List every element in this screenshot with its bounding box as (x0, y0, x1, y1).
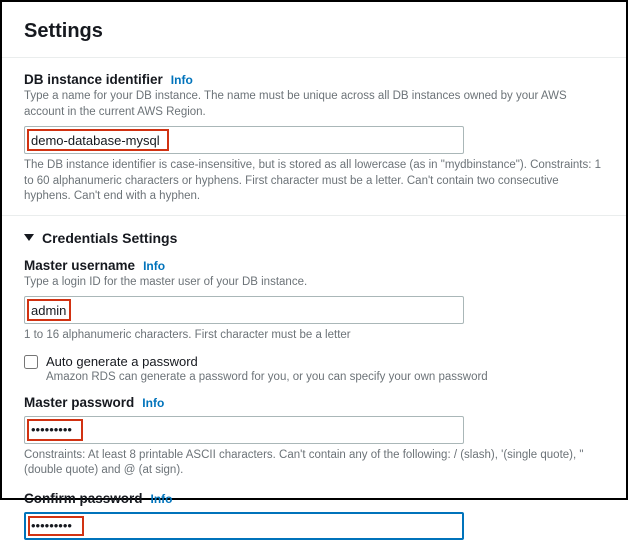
confirm-password-group: Confirm password Info (24, 491, 604, 540)
master-username-input[interactable] (24, 296, 464, 324)
confirm-password-label: Confirm password (24, 491, 143, 506)
divider (2, 57, 626, 58)
auto-generate-label: Auto generate a password (46, 354, 198, 369)
master-username-label: Master username (24, 258, 135, 273)
auto-generate-checkbox[interactable] (24, 355, 38, 369)
caret-down-icon (24, 234, 34, 241)
confirm-password-input[interactable] (24, 512, 464, 540)
db-identifier-help: Type a name for your DB instance. The na… (24, 89, 604, 120)
master-username-constraint: 1 to 16 alphanumeric characters. First c… (24, 328, 604, 344)
page-title: Settings (24, 20, 604, 43)
credentials-section-header[interactable]: Credentials Settings (24, 230, 604, 246)
master-username-info-link[interactable]: Info (143, 259, 165, 273)
master-password-constraint: Constraints: At least 8 printable ASCII … (24, 448, 604, 479)
master-username-group: Master username Info Type a login ID for… (24, 258, 604, 344)
db-identifier-group: DB instance identifier Info Type a name … (24, 72, 604, 205)
master-password-info-link[interactable]: Info (142, 396, 164, 410)
db-identifier-label: DB instance identifier (24, 72, 163, 87)
db-identifier-input[interactable] (24, 126, 464, 154)
auto-generate-help: Amazon RDS can generate a password for y… (46, 371, 604, 383)
divider (2, 215, 626, 216)
master-password-input[interactable] (24, 416, 464, 444)
auto-generate-row: Auto generate a password (24, 354, 604, 369)
confirm-password-info-link[interactable]: Info (151, 492, 173, 506)
credentials-section-title: Credentials Settings (42, 230, 177, 246)
master-password-group: Master password Info Constraints: At lea… (24, 395, 604, 479)
master-password-label: Master password (24, 395, 134, 410)
db-identifier-info-link[interactable]: Info (171, 73, 193, 87)
db-identifier-constraint: The DB instance identifier is case-insen… (24, 158, 604, 205)
master-username-help: Type a login ID for the master user of y… (24, 275, 604, 291)
